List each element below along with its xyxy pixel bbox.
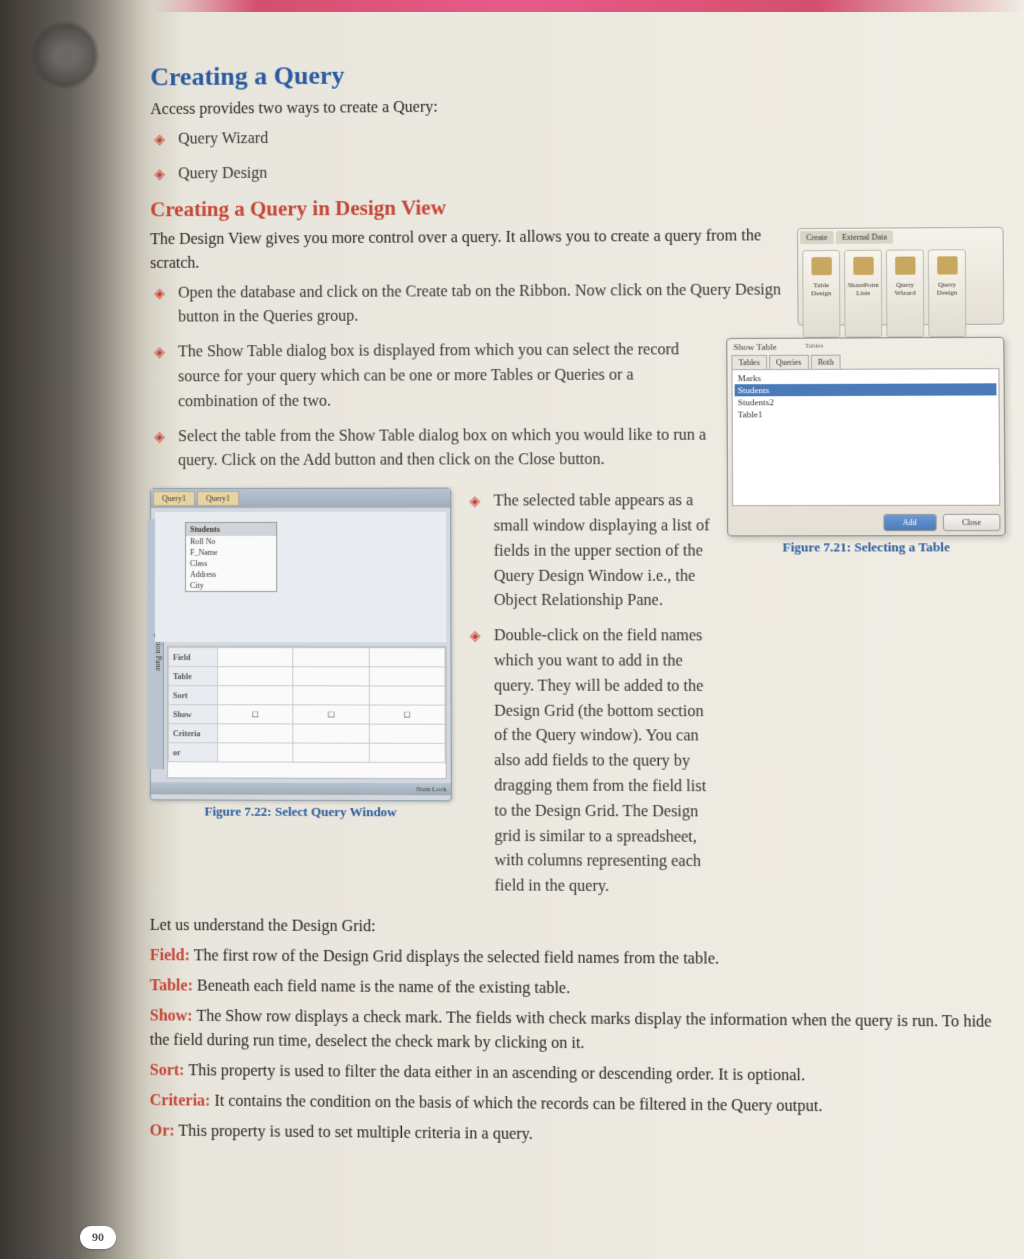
def-label: Field: [150, 947, 190, 964]
table-field-list: Students Roll No F_Name Class Address Ci… [185, 522, 277, 592]
grid-row-label: Criteria [168, 724, 217, 743]
def-table: Table: Beneath each field name is the na… [150, 974, 1009, 1004]
def-field: Field: The first row of the Design Grid … [150, 944, 1009, 974]
def-label: Or: [150, 1122, 175, 1139]
design-intro-text: The Design View gives you more control o… [150, 227, 761, 272]
def-criteria: Criteria: It contains the condition on t… [150, 1089, 1010, 1121]
def-show: Show: The Show row displays a check mark… [150, 1004, 1010, 1059]
top-border [0, 0, 1024, 12]
def-text: This property is used to set multiple cr… [178, 1122, 532, 1143]
grid-lead: Let us understand the Design Grid: [150, 914, 1009, 943]
qw-tab: Query1 [197, 491, 239, 506]
intro-bullet-list: Query Wizard Query Design [150, 121, 1003, 187]
qw-tabs: Query1 Query1 [151, 489, 450, 509]
step-item: The Show Table dialog box is displayed f… [150, 337, 1005, 415]
heading-sub: Creating a Query in Design View [150, 191, 1003, 222]
def-text: Beneath each field name is the name of t… [197, 977, 570, 997]
field-item: City [186, 580, 276, 591]
dialog-buttons: Add Close [728, 509, 1005, 535]
def-or: Or: This property is used to set multipl… [150, 1119, 1010, 1151]
status-bar: Num Lock [151, 782, 451, 795]
figure-query-window: Query1 Query1 Navigation Pane Students R… [150, 488, 452, 821]
bullet-item: Query Wizard [150, 121, 1003, 153]
field-item: F_Name [186, 547, 276, 558]
figure-caption: Figure 7.21: Selecting a Table [727, 539, 1006, 555]
field-item: Class [186, 558, 276, 569]
def-label: Table: [150, 977, 193, 994]
intro-text: Access provides two ways to create a Que… [150, 91, 1002, 122]
def-text: The first row of the Design Grid display… [194, 947, 719, 967]
steps-list-2: The selected table appears as a small wi… [465, 489, 716, 900]
close-button: Close [943, 513, 1001, 530]
step-item: The selected table appears as a small wi… [465, 489, 715, 614]
field-item: Roll No [186, 536, 276, 547]
steps-list-1: Open the database and click on the Creat… [150, 277, 1005, 475]
grid-row-label: or [168, 743, 217, 762]
bullet-item: Query Design [150, 156, 1003, 187]
heading-main: Creating a Query [150, 55, 1002, 93]
qw-tab: Query1 [153, 491, 195, 506]
def-text: It contains the condition on the basis o… [214, 1093, 822, 1116]
grid-row-label: Show [168, 705, 217, 724]
object-relationship-pane: Students Roll No F_Name Class Address Ci… [155, 512, 446, 643]
table-name: Students [186, 523, 276, 536]
def-text: The Show row displays a check mark. The … [150, 1008, 992, 1052]
def-label: Show: [150, 1007, 193, 1024]
def-text: This property is used to filter the data… [188, 1062, 805, 1084]
ribbon-tab: External Data [836, 230, 893, 243]
step-item: Open the database and click on the Creat… [150, 277, 1004, 331]
ribbon-tab: Create [800, 230, 834, 243]
page-content: Creating a Query Access provides two way… [150, 45, 1010, 1158]
field-item: Address [186, 569, 276, 580]
step-item: Double-click on the field names which yo… [466, 624, 717, 900]
def-label: Criteria: [150, 1092, 211, 1110]
figure-caption: Figure 7.22: Select Query Window [150, 804, 452, 821]
design-grid: Field Table Sort Show☐☐☐ Criteria or [167, 646, 447, 779]
def-label: Sort: [150, 1062, 185, 1079]
grid-row-label: Sort [168, 686, 217, 705]
grid-row-label: Table [168, 667, 217, 686]
page-fold-shadow [0, 0, 140, 1259]
step-item: Select the table from the Show Table dia… [150, 422, 1005, 474]
def-sort: Sort: This property is used to filter th… [150, 1059, 1010, 1090]
textbook-page: Creating a Query Access provides two way… [0, 0, 1024, 1259]
add-button: Add [883, 514, 936, 531]
grid-row-label: Field [168, 648, 217, 667]
page-number: 90 [80, 1226, 116, 1249]
query-window-mock: Query1 Query1 Navigation Pane Students R… [150, 488, 452, 802]
